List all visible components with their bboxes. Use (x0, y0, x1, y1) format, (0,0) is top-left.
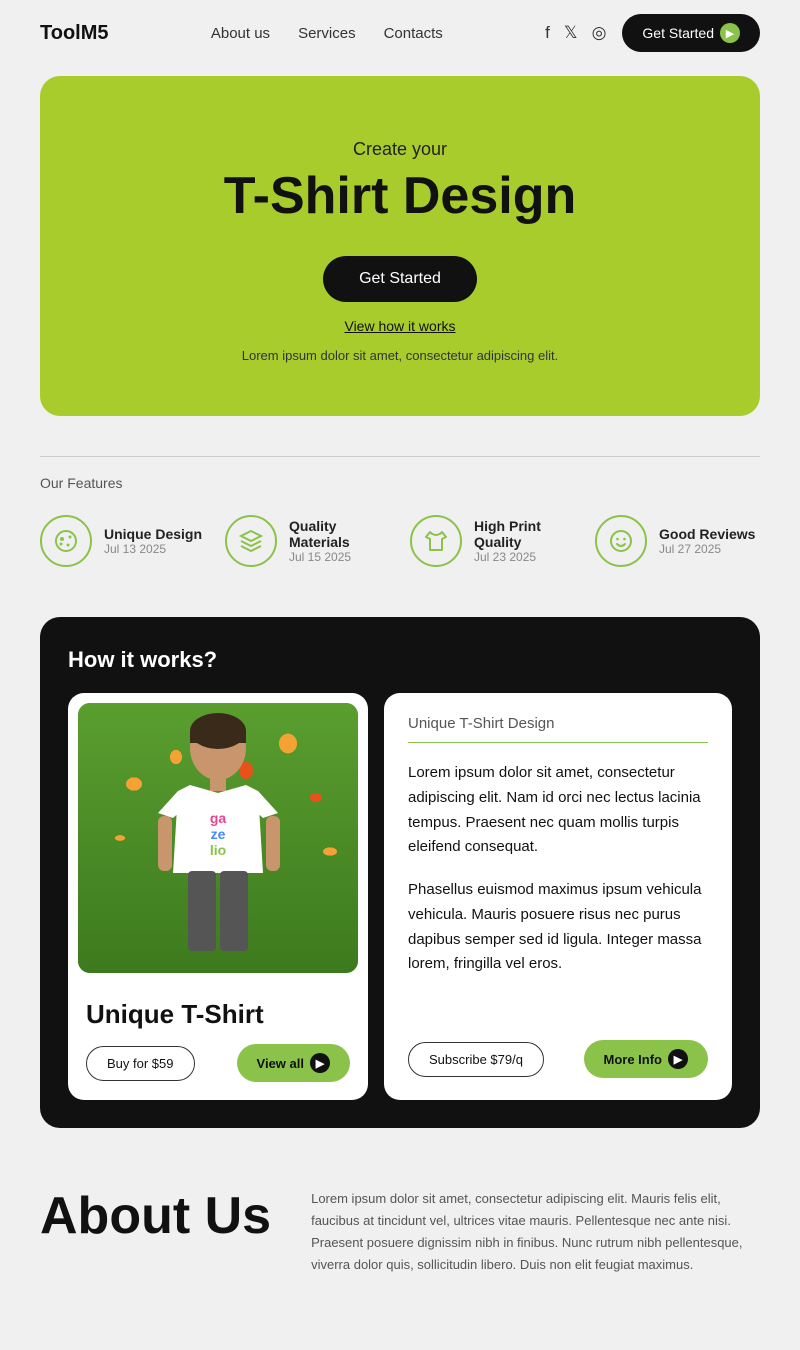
more-info-arrow-icon: ▶ (668, 1049, 688, 1069)
features-grid: Unique Design Jul 13 2025 Quality Materi… (40, 515, 760, 567)
feature-unique-design-text: Unique Design Jul 13 2025 (104, 526, 202, 556)
right-card-title: Unique T-Shirt Design (408, 715, 708, 732)
smile-icon (607, 527, 635, 555)
high-print-icon-container (410, 515, 462, 567)
quality-materials-icon-container (225, 515, 277, 567)
navbar: ToolM5 About us Services Contacts f 𝕏 ◎ … (0, 0, 800, 66)
product-image: ga ze lio (78, 703, 358, 973)
feature-unique-design: Unique Design Jul 13 2025 (40, 515, 205, 567)
hero-section: Create your T-Shirt Design Get Started V… (40, 76, 760, 416)
about-title: About Us (40, 1188, 271, 1245)
twitter-icon[interactable]: 𝕏 (564, 23, 578, 43)
features-section: Our Features Unique Design Jul 13 2025 (40, 456, 760, 567)
tshirt-icon (422, 527, 450, 555)
hero-get-started-button[interactable]: Get Started (323, 256, 477, 302)
feature-good-reviews-text: Good Reviews Jul 27 2025 (659, 526, 755, 556)
paint-icon (52, 527, 80, 555)
how-card-left-bottom: Unique T-Shirt Buy for $59 View all ▶ (68, 983, 368, 1100)
nav-contacts[interactable]: Contacts (384, 25, 443, 42)
hero-view-how-link[interactable]: View how it works (344, 318, 455, 334)
product-name: Unique T-Shirt (86, 999, 350, 1030)
about-text: Lorem ipsum dolor sit amet, consectetur … (311, 1188, 760, 1276)
how-card-right: Unique T-Shirt Design Lorem ipsum dolor … (384, 693, 732, 1100)
right-card-body: Lorem ipsum dolor sit amet, consectetur … (408, 761, 708, 1020)
how-card-left: ga ze lio Unique T-Shirt Buy for $59 Vie… (68, 693, 368, 1100)
feature-quality-materials: Quality Materials Jul 15 2025 (225, 515, 390, 567)
nav-services[interactable]: Services (298, 25, 356, 42)
unique-design-icon-container (40, 515, 92, 567)
nav-get-started-button[interactable]: Get Started ▶ (622, 14, 760, 52)
svg-text:ze: ze (211, 826, 226, 842)
right-card-buttons: Subscribe $79/q More Info ▶ (408, 1040, 708, 1078)
how-it-works-title: How it works? (68, 647, 732, 673)
feature-high-print: High Print Quality Jul 23 2025 (410, 515, 575, 567)
hero-title: T-Shirt Design (224, 168, 576, 225)
nav-about[interactable]: About us (211, 25, 270, 42)
logo: ToolM5 (40, 22, 109, 45)
svg-text:lio: lio (210, 842, 226, 858)
how-cards-container: ga ze lio Unique T-Shirt Buy for $59 Vie… (68, 693, 732, 1100)
hero-subtitle: Create your (353, 139, 447, 160)
right-card-divider (408, 742, 708, 743)
feature-good-reviews: Good Reviews Jul 27 2025 (595, 515, 760, 567)
facebook-icon[interactable]: f (545, 23, 550, 43)
how-it-works-section: How it works? (40, 617, 760, 1128)
layers-icon (237, 527, 265, 555)
hero-description: Lorem ipsum dolor sit amet, consectetur … (242, 348, 558, 363)
arrow-icon: ▶ (720, 23, 740, 43)
how-card-left-buttons: Buy for $59 View all ▶ (86, 1044, 350, 1082)
person-svg: ga ze lio (118, 713, 318, 973)
feature-high-print-text: High Print Quality Jul 23 2025 (474, 518, 575, 564)
more-info-button[interactable]: More Info ▶ (584, 1040, 709, 1078)
social-links: f 𝕏 ◎ (545, 23, 606, 43)
subscribe-button[interactable]: Subscribe $79/q (408, 1042, 544, 1077)
nav-links: About us Services Contacts (211, 25, 443, 42)
features-divider (40, 456, 760, 457)
instagram-icon[interactable]: ◎ (592, 23, 607, 43)
view-all-button[interactable]: View all ▶ (237, 1044, 350, 1082)
nav-right: f 𝕏 ◎ Get Started ▶ (545, 14, 760, 52)
good-reviews-icon-container (595, 515, 647, 567)
buy-button[interactable]: Buy for $59 (86, 1046, 195, 1081)
about-section: About Us Lorem ipsum dolor sit amet, con… (40, 1188, 760, 1276)
feature-quality-materials-text: Quality Materials Jul 15 2025 (289, 518, 390, 564)
view-all-arrow-icon: ▶ (310, 1053, 330, 1073)
svg-text:ga: ga (210, 810, 227, 826)
features-section-title: Our Features (40, 475, 760, 491)
